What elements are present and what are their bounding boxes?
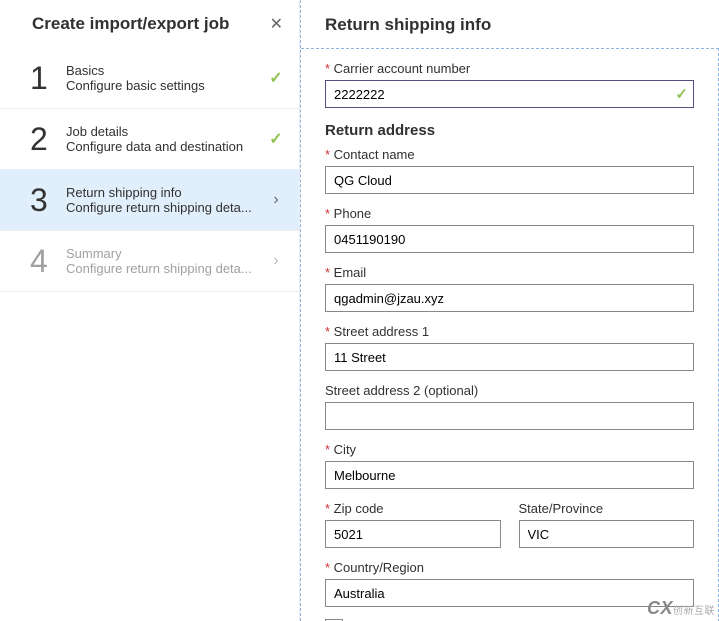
step-title: Return shipping info <box>66 185 267 200</box>
check-icon: ✓ <box>267 68 285 88</box>
step-summary[interactable]: 4 Summary Configure return shipping deta… <box>0 230 299 291</box>
step-subtitle: Configure return shipping deta... <box>66 261 267 276</box>
sidebar-title: Create import/export job <box>32 14 229 34</box>
step-title: Job details <box>66 124 267 139</box>
carrier-label: Carrier account number <box>325 61 694 76</box>
step-subtitle: Configure data and destination <box>66 139 267 154</box>
step-title: Basics <box>66 63 267 78</box>
step-job-details[interactable]: 2 Job details Configure data and destina… <box>0 108 299 169</box>
state-label: State/Province <box>519 501 695 516</box>
street1-label: Street address 1 <box>325 324 694 339</box>
step-subtitle: Configure return shipping deta... <box>66 200 267 215</box>
contact-name-input[interactable] <box>325 166 694 194</box>
street2-input[interactable] <box>325 402 694 430</box>
city-input[interactable] <box>325 461 694 489</box>
step-subtitle: Configure basic settings <box>66 78 267 93</box>
carrier-account-input[interactable] <box>325 80 694 108</box>
city-label: City <box>325 442 694 457</box>
step-return-shipping[interactable]: 3 Return shipping info Configure return … <box>0 169 299 230</box>
step-number: 3 <box>30 184 64 216</box>
state-input[interactable] <box>519 520 695 548</box>
street2-label: Street address 2 (optional) <box>325 383 694 398</box>
phone-input[interactable] <box>325 225 694 253</box>
zip-input[interactable] <box>325 520 501 548</box>
step-title: Summary <box>66 246 267 261</box>
step-number: 2 <box>30 123 64 155</box>
page-title: Return shipping info <box>325 15 491 35</box>
chevron-right-icon: › <box>267 252 285 270</box>
return-address-header: Return address <box>325 122 694 139</box>
close-icon[interactable]: ✕ <box>270 14 283 34</box>
check-icon: ✓ <box>675 85 688 103</box>
main-panel: Return shipping info Carrier account num… <box>300 0 719 621</box>
phone-label: Phone <box>325 206 694 221</box>
step-number: 4 <box>30 245 64 277</box>
email-label: Email <box>325 265 694 280</box>
email-input[interactable] <box>325 284 694 312</box>
wizard-sidebar: Create import/export job ✕ 1 Basics Conf… <box>0 0 300 621</box>
step-number: 1 <box>30 62 64 94</box>
wizard-steps: 1 Basics Configure basic settings ✓ 2 Jo… <box>0 44 299 292</box>
step-basics[interactable]: 1 Basics Configure basic settings ✓ <box>0 48 299 108</box>
street1-input[interactable] <box>325 343 694 371</box>
chevron-right-icon: › <box>267 191 285 209</box>
check-icon: ✓ <box>267 129 285 149</box>
country-label: Country/Region <box>325 560 694 575</box>
contact-label: Contact name <box>325 147 694 162</box>
zip-label: Zip code <box>325 501 501 516</box>
country-input[interactable] <box>325 579 694 607</box>
